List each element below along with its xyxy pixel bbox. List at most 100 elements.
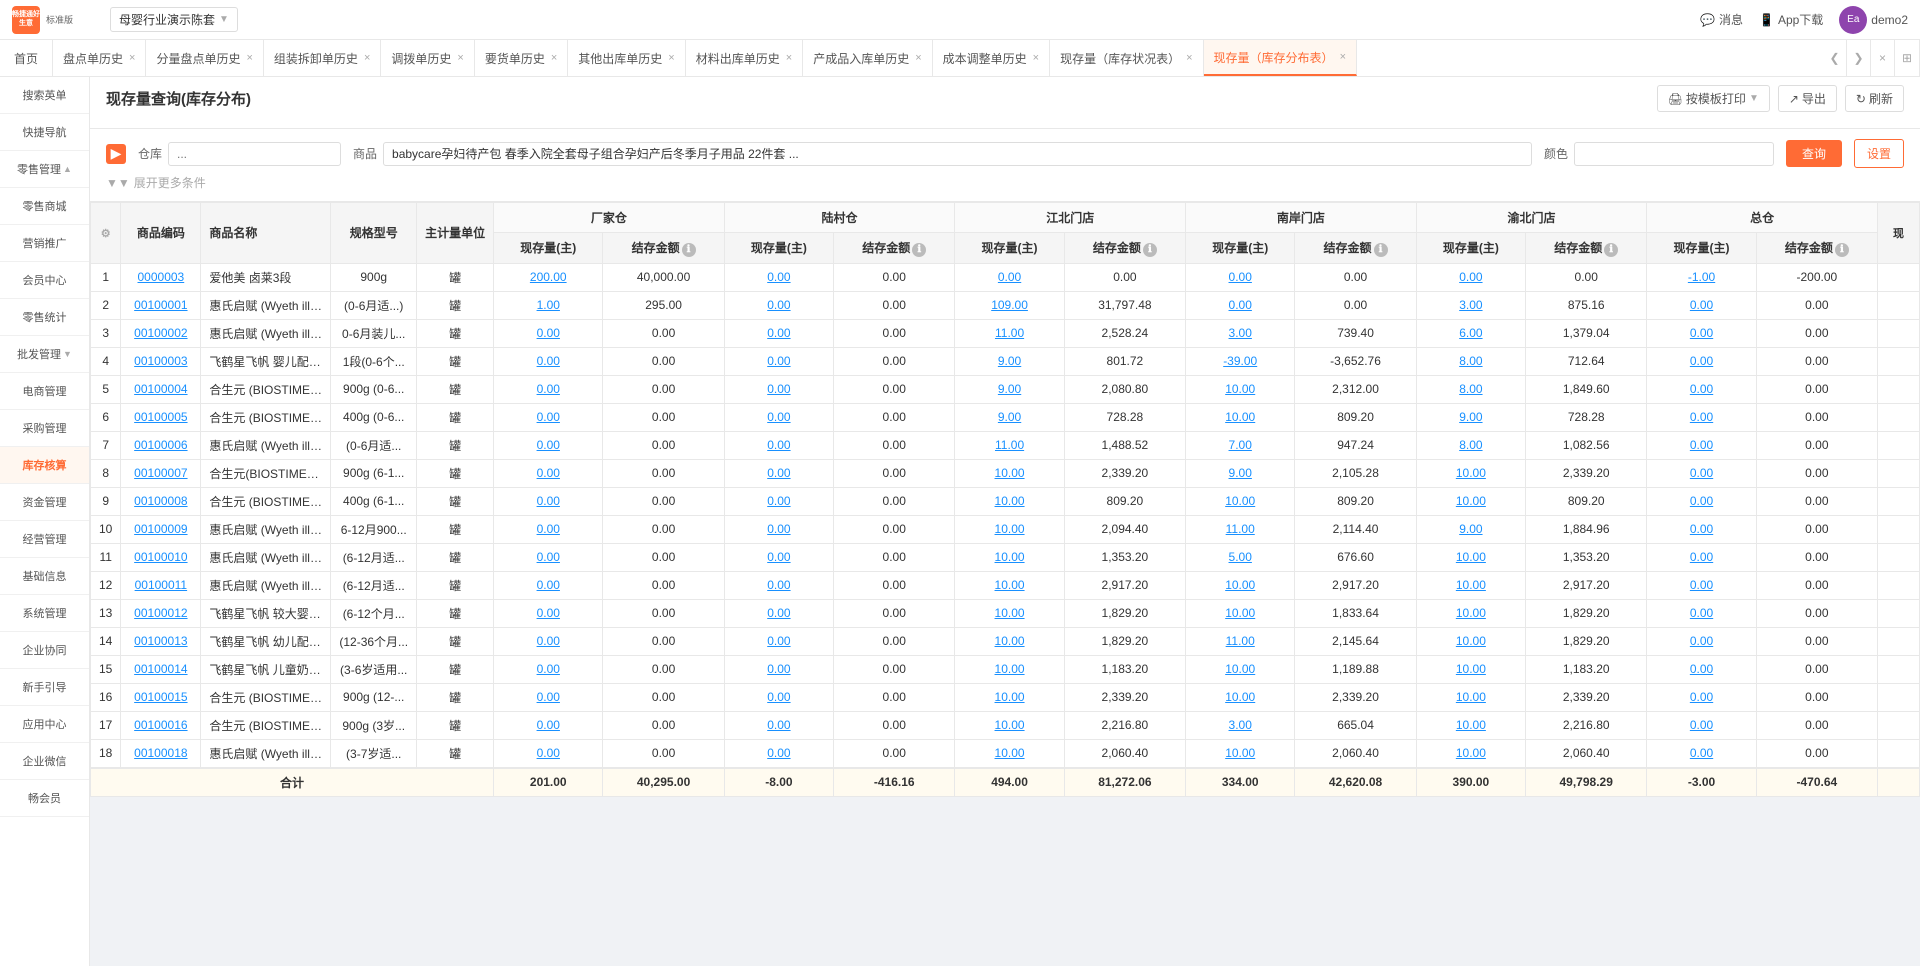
print-btn[interactable]: 🖨 按模板打印 ▼ <box>1657 85 1770 112</box>
sidebar-item-wholesale[interactable]: 批发管理 ▼ <box>0 336 89 373</box>
sidebar-item-finance[interactable]: 资金管理 <box>0 484 89 521</box>
sidebar-item-retail-mgmt[interactable]: 零售管理 ▲ <box>0 151 89 188</box>
filter-toggle-btn[interactable]: ▶ <box>106 144 126 164</box>
close-tab-1[interactable]: × <box>129 52 135 64</box>
tab-transfer-history[interactable]: 调拨单历史 × <box>381 40 474 76</box>
table-area: ⚙ 商品编码 商品名称 规格型号 主计量单位 厂家仓 陆村仓 江北门店 南岸门店… <box>90 202 1920 966</box>
col-header-unit: 主计量单位 <box>417 203 494 264</box>
sidebar-item-guide[interactable]: 新手引导 <box>0 669 89 706</box>
col-header-index: ⚙ <box>91 203 121 264</box>
col-group-lucun: 陆村仓 <box>724 203 955 233</box>
expand-icon: ▼▼ <box>106 176 130 190</box>
close-tab-10[interactable]: × <box>1186 52 1192 64</box>
export-btn[interactable]: ↗ 导出 <box>1778 85 1837 112</box>
export-icon: ↗ <box>1789 92 1799 106</box>
sidebar-item-vip[interactable]: 畅会员 <box>0 780 89 817</box>
tab-other-outbound[interactable]: 其他出库单历史 × <box>568 40 685 76</box>
summary-row: 合计 201.00 40,295.00 -8.00 -416.16 494.00… <box>91 768 1920 797</box>
col-jb-amt: 结存金额ℹ <box>1064 233 1185 264</box>
col-yb-amt: 结存金额ℹ <box>1526 233 1647 264</box>
sidebar-item-retail-shop[interactable]: 零售商城 <box>0 188 89 225</box>
sidebar-item-marketing[interactable]: 营销推广 <box>0 225 89 262</box>
tab-stock-distribution[interactable]: 现存量（库存分布表） × <box>1204 40 1357 76</box>
table-row: 15 00100014 飞鹤星飞帆 儿童奶粉 4... (3-6岁适用... 罐… <box>91 655 1920 683</box>
nav-tabs-container: 盘点单历史 × 分量盘点单历史 × 组装拆卸单历史 × 调拨单历史 × 要货单历… <box>53 40 1823 76</box>
tab-product-inbound[interactable]: 产成品入库单历史 × <box>803 40 932 76</box>
close-tab-5[interactable]: × <box>551 52 557 64</box>
tab-partial-history[interactable]: 分量盘点单历史 × <box>146 40 263 76</box>
table-row: 2 00100001 惠氏启赋 (Wyeth illu... (0-6月适...… <box>91 291 1920 319</box>
close-tab-9[interactable]: × <box>1033 52 1039 64</box>
filter-goods: 商品 <box>353 142 1532 166</box>
nav-expand[interactable]: ⊞ <box>1895 40 1919 76</box>
tab-assembly-history[interactable]: 组装拆卸单历史 × <box>264 40 381 76</box>
close-tab-11[interactable]: × <box>1340 51 1346 63</box>
app-download-btn[interactable]: 📱 App下载 <box>1759 11 1823 28</box>
expand-more-btn[interactable]: ▼▼ 展开更多条件 <box>106 174 1904 191</box>
warehouse-input[interactable] <box>168 142 341 166</box>
col-lucun-amt: 结存金额ℹ <box>834 233 955 264</box>
col-header-spec: 规格型号 <box>331 203 417 264</box>
sidebar-item-quick-nav[interactable]: 快捷导航 <box>0 114 89 151</box>
search-btn[interactable]: 查询 <box>1786 140 1842 167</box>
nav-home[interactable]: 首页 <box>0 40 53 76</box>
sidebar-item-wechat[interactable]: 企业微信 <box>0 743 89 780</box>
nav-close-all[interactable]: × <box>1871 40 1895 76</box>
color-input[interactable] <box>1574 142 1774 166</box>
table-row: 17 00100016 合生元 (BIOSTIME) ... 900g (3岁.… <box>91 711 1920 739</box>
close-tab-6[interactable]: × <box>668 52 674 64</box>
table-row: 11 00100010 惠氏启赋 (Wyeth illu... (6-12月适.… <box>91 543 1920 571</box>
data-table: ⚙ 商品编码 商品名称 规格型号 主计量单位 厂家仓 陆村仓 江北门店 南岸门店… <box>90 202 1920 797</box>
sidebar-item-member[interactable]: 会员中心 <box>0 262 89 299</box>
table-row: 9 00100008 合生元 (BIOSTIME) ... 400g (6-1.… <box>91 487 1920 515</box>
close-tab-3[interactable]: × <box>364 52 370 64</box>
nav-prev[interactable]: ❮ <box>1823 40 1847 76</box>
close-tab-4[interactable]: × <box>457 52 463 64</box>
tab-cost-adjust[interactable]: 成本调整单历史 × <box>933 40 1050 76</box>
sidebar-item-enterprise[interactable]: 企业协同 <box>0 632 89 669</box>
col-total-qty: 现存量(主) <box>1647 233 1756 264</box>
avatar: Ea <box>1839 6 1867 34</box>
table-row: 5 00100004 合生元 (BIOSTIME) ... 900g (0-6.… <box>91 375 1920 403</box>
table-row: 10 00100009 惠氏启赋 (Wyeth illu... 6-12月900… <box>91 515 1920 543</box>
industry-selector[interactable]: 母婴行业演示陈套 ▼ <box>110 7 238 32</box>
tab-inventory-history[interactable]: 盘点单历史 × <box>53 40 146 76</box>
table-row: 16 00100015 合生元 (BIOSTIME) ... 900g (12-… <box>91 683 1920 711</box>
sidebar-item-system[interactable]: 系统管理 <box>0 595 89 632</box>
close-tab-8[interactable]: × <box>915 52 921 64</box>
table-row: 7 00100006 惠氏启赋 (Wyeth illu... (0-6月适...… <box>91 431 1920 459</box>
tab-purchase-order[interactable]: 要货单历史 × <box>475 40 568 76</box>
sidebar-item-purchase[interactable]: 采购管理 <box>0 410 89 447</box>
col-header-current: 现 <box>1878 203 1920 264</box>
setting-btn[interactable]: 设置 <box>1854 139 1904 168</box>
col-group-total: 总仓 <box>1647 203 1878 233</box>
table-row: 3 00100002 惠氏启赋 (Wyeth illu... 0-6月装儿...… <box>91 319 1920 347</box>
sidebar-item-operations[interactable]: 经营管理 <box>0 521 89 558</box>
sidebar: 搜索英单 快捷导航 零售管理 ▲ 零售商城 营销推广 会员中心 零售统计 批发管… <box>0 77 90 966</box>
table-row: 6 00100005 合生元 (BIOSTIME) ... 400g (0-6.… <box>91 403 1920 431</box>
col-header-name: 商品名称 <box>201 203 331 264</box>
goods-input[interactable] <box>383 142 1532 166</box>
col-lucun-qty: 现存量(主) <box>724 233 833 264</box>
sidebar-item-retail-stats[interactable]: 零售统计 <box>0 299 89 336</box>
refresh-btn[interactable]: ↻ 刷新 <box>1845 85 1904 112</box>
refresh-icon: ↻ <box>1856 92 1866 106</box>
sidebar-item-ecommerce[interactable]: 电商管理 <box>0 373 89 410</box>
sidebar-item-app-center[interactable]: 应用中心 <box>0 706 89 743</box>
table-row: 14 00100013 飞鹤星飞帆 幼儿配方奶... (12-36个月... 罐… <box>91 627 1920 655</box>
page-actions: 🖨 按模板打印 ▼ ↗ 导出 ↻ 刷新 <box>1657 85 1904 120</box>
printer-icon: 🖨 <box>1668 92 1683 106</box>
sidebar-item-inventory[interactable]: 库存核算 <box>0 447 89 484</box>
filter-warehouse: 仓库 <box>138 142 341 166</box>
mobile-icon: 📱 <box>1759 13 1774 27</box>
tab-stock-status[interactable]: 现存量（库存状况表） × <box>1050 40 1203 76</box>
table-row: 1 0000003 爱他美 卤莱3段 900g 罐 200.00 40,000.… <box>91 263 1920 291</box>
nav-next[interactable]: ❯ <box>1847 40 1871 76</box>
close-tab-2[interactable]: × <box>246 52 252 64</box>
tab-material-outbound[interactable]: 材料出库单历史 × <box>686 40 803 76</box>
sidebar-item-search[interactable]: 搜索英单 <box>0 77 89 114</box>
close-tab-7[interactable]: × <box>786 52 792 64</box>
sidebar-item-basic-info[interactable]: 基础信息 <box>0 558 89 595</box>
user-profile[interactable]: Ea demo2 <box>1839 6 1908 34</box>
message-btn[interactable]: 💬 消息 <box>1700 11 1743 28</box>
